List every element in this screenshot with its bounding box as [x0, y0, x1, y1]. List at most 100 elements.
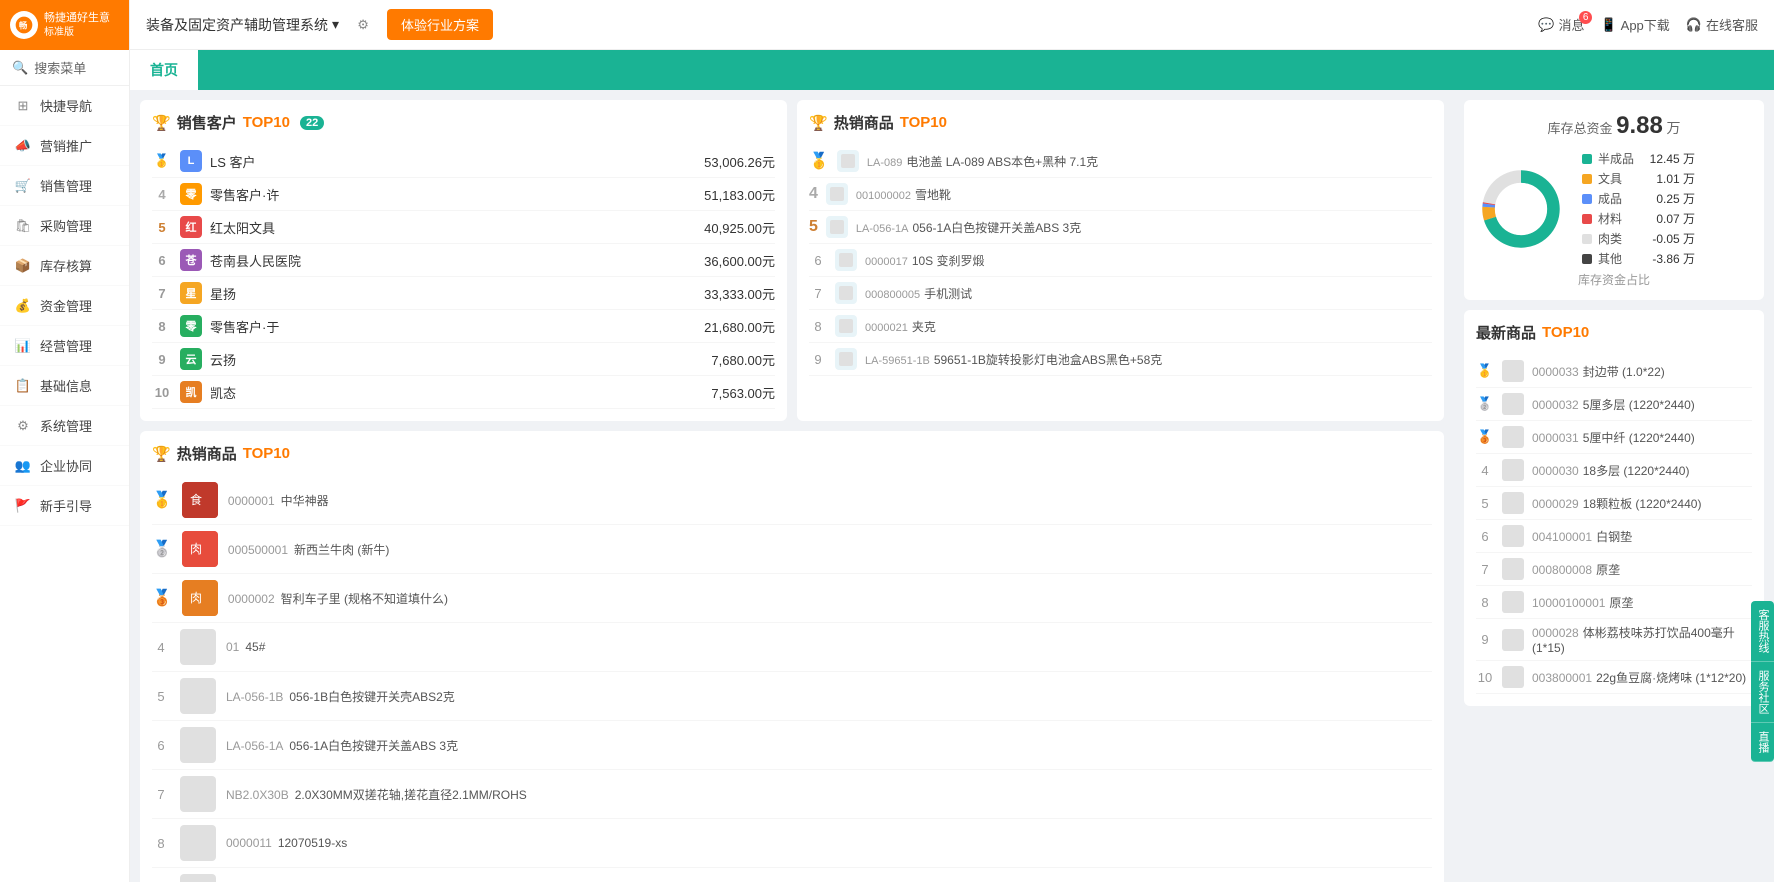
prod-info: 001000002雪地靴	[856, 186, 1432, 203]
sidebar-item-finance[interactable]: 💰 资金管理	[0, 286, 129, 326]
hot-products-text: 热销商品	[177, 443, 237, 464]
new-prod-img	[1502, 591, 1524, 613]
stock-legend: 半成品 12.45 万 文具 1.01 万 成品 0.25 万	[1582, 150, 1695, 267]
legend-val: 12.45 万	[1640, 150, 1695, 167]
sidebar-item-inventory[interactable]: 📦 库存核算	[0, 246, 129, 286]
hot-prod-info: NB2.0X30B2.0X30MM双搓花轴,搓花直径2.1MM/ROHS	[226, 786, 1432, 803]
new-prod-item-1: 🥇 0000033封边带 (1.0*22)	[1476, 355, 1752, 388]
new-products-card: 最新商品 TOP10 🥇 0000033封边带 (1.0*22) 🥈 00000…	[1464, 310, 1764, 706]
rank-num: 6	[1476, 529, 1494, 544]
hot-products-card: 🏆 热销商品 TOP10 🥇 食 0000001中华神器	[140, 431, 1444, 882]
app-download-button[interactable]: 📱 App下载	[1600, 15, 1669, 34]
trophy-icon-2: 🏆	[809, 114, 828, 132]
sidebar-item-enterprise[interactable]: 👥 企业协同	[0, 446, 129, 486]
hot-prod-info: LA-056-1B056-1B白色按键开关壳ABS2克	[226, 688, 1432, 705]
notification-button[interactable]: 💬 消息 6	[1538, 15, 1584, 34]
hot-products-title: 🏆 热销商品 TOP10	[152, 443, 1432, 464]
hot-prod-item-2: 🥈 肉 000500001新西兰牛肉 (新牛)	[152, 525, 1432, 574]
prod-img	[835, 315, 857, 337]
avatar: 零	[180, 315, 202, 337]
new-prod-item-9: 9 0000028体彬荔枝味苏打饮品400毫升 (1*15)	[1476, 619, 1752, 661]
product-thumbnail	[180, 678, 216, 714]
rank-num: 4	[809, 185, 818, 203]
hot-sales-title: 🏆 热销商品 TOP10	[809, 112, 1432, 133]
sidebar-item-purchase[interactable]: 🛍 采购管理	[0, 206, 129, 246]
rank-num: 9	[152, 352, 172, 367]
sidebar-item-marketing[interactable]: 📣 营销推广	[0, 126, 129, 166]
rank-item-7: 9 云 云扬 7,680.00元	[152, 343, 775, 376]
prod-img	[826, 183, 848, 205]
main-area: 装备及固定资产辅助管理系统 ▾ ⚙ 体验行业方案 💬 消息 6 📱 App下载 …	[130, 0, 1774, 882]
prod-info: 000800005手机测试	[865, 285, 1432, 302]
prod-rank-item-7: 9 LA-59651-1B59651-1B旋转投影灯电池盒ABS黑色+58克	[809, 343, 1432, 376]
sidebar-item-sales[interactable]: 🛒 销售管理	[0, 166, 129, 206]
new-prod-img	[1502, 558, 1524, 580]
sidebar-item-guide[interactable]: 🚩 新手引导	[0, 486, 129, 526]
new-prod-img	[1502, 666, 1524, 688]
customer-value: 36,600.00元	[704, 251, 775, 270]
logo-icon: 畅	[10, 11, 38, 39]
new-prod-info: 0000033封边带 (1.0*22)	[1532, 363, 1752, 380]
customer-top10-label: TOP10	[243, 114, 290, 131]
avatar: 红	[180, 216, 202, 238]
rank-num: 8	[809, 319, 827, 334]
customer-value: 21,680.00元	[704, 317, 775, 336]
new-prod-img	[1502, 360, 1524, 382]
trial-button[interactable]: 体验行业方案	[387, 9, 493, 40]
rank-num: 8	[152, 836, 170, 851]
sidebar-item-quick-nav[interactable]: ⊞ 快捷导航	[0, 86, 129, 126]
rank-item-4: 6 苍 苍南县人民医院 36,600.00元	[152, 244, 775, 277]
float-btn-community[interactable]: 服务社区	[1751, 662, 1774, 723]
topbar-right: 💬 消息 6 📱 App下载 🎧 在线客服	[1538, 15, 1758, 34]
customer-name: 云扬	[210, 350, 703, 369]
svg-text:食: 食	[190, 492, 202, 507]
new-prod-img	[1502, 426, 1524, 448]
right-panel: 库存总资金 9.88 万	[1454, 90, 1774, 882]
hot-sales-top10-card: 🏆 热销商品 TOP10 🥇 LA-089电池盖 LA-089 ABS本色+黑种…	[797, 100, 1444, 421]
chart-icon: 📊	[14, 337, 32, 355]
float-service: 客服热线 服务社区 直播	[1751, 601, 1774, 762]
legend-dot	[1582, 214, 1592, 224]
hot-prod-info: 000500001新西兰牛肉 (新牛)	[228, 541, 1432, 558]
rank-num: 5	[152, 689, 170, 704]
customer-name: LS 客户	[210, 152, 696, 171]
legend-name: 半成品	[1598, 150, 1634, 167]
hot-prod-item-9: 9 KK-SD22110H花语萌恒温分赠罐袋（厚款）	[152, 868, 1432, 882]
sidebar-item-base[interactable]: 📋 基础信息	[0, 366, 129, 406]
rank-num: 7	[152, 286, 172, 301]
sidebar-item-operations[interactable]: 📊 经营管理	[0, 326, 129, 366]
product-rank-list: 🥇 LA-089电池盖 LA-089 ABS本色+黑种 7.1克 4 00100…	[809, 145, 1432, 376]
stock-unit: 万	[1666, 120, 1680, 136]
home-icon: ⊞	[14, 97, 32, 115]
box-icon: 📦	[14, 257, 32, 275]
new-prod-info: 000003018多层 (1220*2440)	[1532, 462, 1752, 479]
new-products-label: 最新商品	[1476, 322, 1536, 343]
rank-num: 9	[809, 352, 827, 367]
search-icon: 🔍	[12, 60, 28, 76]
online-service-button[interactable]: 🎧 在线客服	[1686, 15, 1758, 34]
sidebar-item-system[interactable]: ⚙ 系统管理	[0, 406, 129, 446]
rank-num: 8	[152, 319, 172, 334]
customer-name: 苍南县人民医院	[210, 251, 696, 270]
prod-rank-item-5: 7 000800005手机测试	[809, 277, 1432, 310]
new-prod-item-10: 10 00380000122g鱼豆腐·烧烤味 (1*12*20)	[1476, 661, 1752, 694]
chevron-down-icon: ▾	[332, 16, 339, 33]
rank-num: 5	[809, 218, 818, 236]
phone-icon: 📱	[1600, 17, 1616, 33]
search-menu[interactable]: 🔍 搜索菜单	[0, 50, 129, 86]
rank-num: 5	[152, 220, 172, 235]
new-prod-info: 004100001白钢垫	[1532, 528, 1752, 545]
customer-top10-card: 🏆 销售客户 TOP10 22 🥇 L LS 客户 53,006.26元	[140, 100, 787, 421]
system-title-dropdown[interactable]: 装备及固定资产辅助管理系统 ▾	[146, 15, 339, 35]
rank-num: 🥉	[1476, 429, 1494, 445]
new-prod-item-8: 8 10000100001原垄	[1476, 586, 1752, 619]
nav-label: 营销推广	[40, 136, 92, 155]
product-thumbnail	[180, 727, 216, 763]
float-btn-live[interactable]: 直播	[1751, 723, 1774, 762]
rank-num: 5	[1476, 496, 1494, 511]
settings-icon[interactable]: ⚙	[349, 11, 377, 39]
customer-name: 零售客户·许	[210, 185, 696, 204]
notif-badge: 6	[1579, 11, 1593, 24]
float-btn-hotline[interactable]: 客服热线	[1751, 601, 1774, 662]
tab-home[interactable]: 首页	[130, 50, 198, 90]
